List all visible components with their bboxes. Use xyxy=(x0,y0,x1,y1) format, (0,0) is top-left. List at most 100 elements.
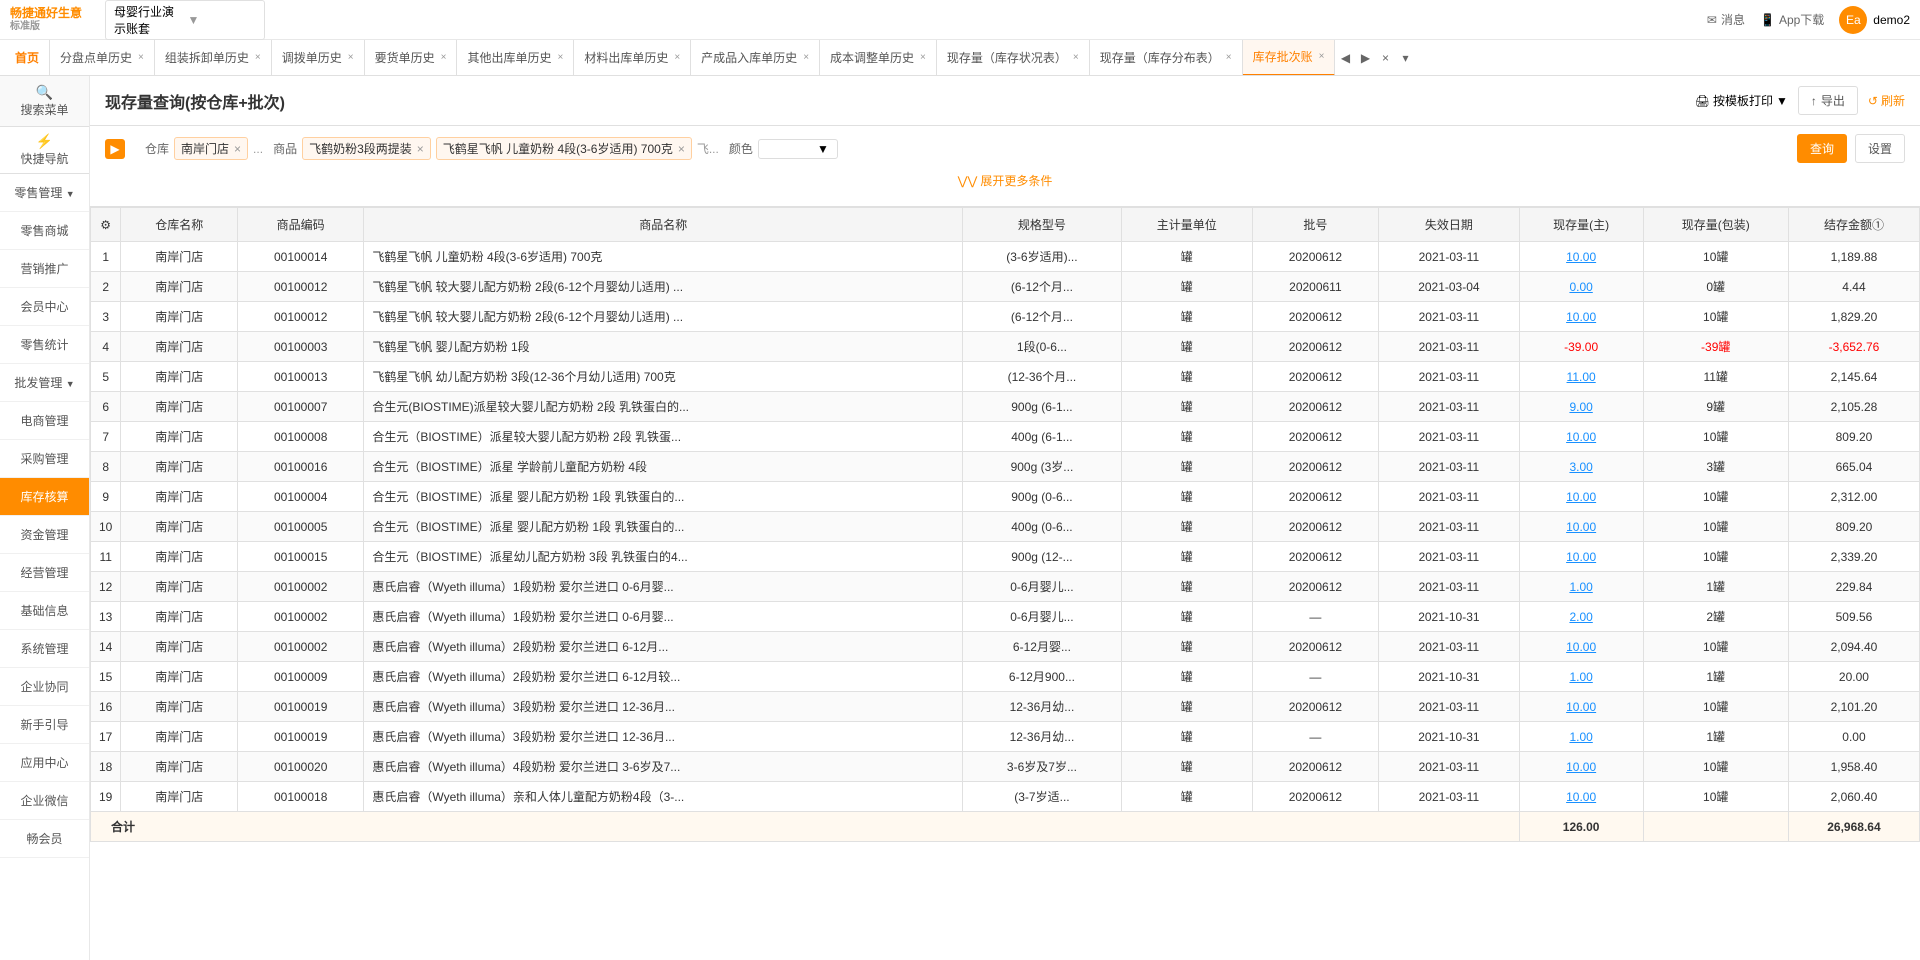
remove-warehouse-tag-icon[interactable]: × xyxy=(234,142,241,156)
app-download-button[interactable]: 📱 App下载 xyxy=(1760,11,1824,28)
row-code: 00100013 xyxy=(238,362,364,392)
tab-home[interactable]: 首页 xyxy=(5,40,50,76)
tab-close-icon[interactable]: × xyxy=(557,52,563,63)
tab-xianzailiang2[interactable]: 现存量（库存分布表） × xyxy=(1090,40,1243,76)
tab-close-all-button[interactable]: × xyxy=(1375,40,1395,76)
export-button[interactable]: ↑ 导出 xyxy=(1798,86,1858,115)
row-qty[interactable]: 10.00 xyxy=(1519,632,1643,662)
sidebar-item-retail-mgmt[interactable]: 零售管理 ▼ xyxy=(0,174,89,212)
filter-expand-orange-btn[interactable]: ▶ xyxy=(105,139,125,159)
row-qty[interactable]: 10.00 xyxy=(1519,782,1643,812)
row-qty[interactable]: 2.00 xyxy=(1519,602,1643,632)
row-name: 合生元(BIOSTIME)派星较大婴儿配方奶粉 2段 乳铁蛋白的... xyxy=(364,392,963,422)
row-batch: 20200612 xyxy=(1252,362,1378,392)
tab-yaohe[interactable]: 要货单历史 × xyxy=(365,40,458,76)
row-warehouse: 南岸门店 xyxy=(121,482,238,512)
row-qty[interactable]: 10.00 xyxy=(1519,752,1643,782)
product-more-btn[interactable]: 飞... xyxy=(697,140,719,157)
row-qty[interactable]: 10.00 xyxy=(1519,512,1643,542)
tab-qitachuku[interactable]: 其他出库单历史 × xyxy=(457,40,574,76)
tab-close-icon[interactable]: × xyxy=(920,52,926,63)
row-amount: 809.20 xyxy=(1788,512,1919,542)
sidebar-quick-nav[interactable]: ⚡ 快捷导航 xyxy=(0,127,89,174)
sidebar-search[interactable]: 🔍 搜索菜单 xyxy=(0,76,89,127)
sidebar-item-enterprise[interactable]: 企业协同 xyxy=(0,668,89,706)
sidebar-item-operations[interactable]: 经营管理 xyxy=(0,554,89,592)
tab-close-icon[interactable]: × xyxy=(1319,51,1325,62)
print-button[interactable]: 🖨 按模板打印 ▼ xyxy=(1695,92,1788,109)
sidebar-item-retail-stats[interactable]: 零售统计 xyxy=(0,326,89,364)
tab-xianzailiang1[interactable]: 现存量（库存状况表） × xyxy=(937,40,1090,76)
expand-more-btn[interactable]: ⋁⋁ 展开更多条件 xyxy=(958,168,1053,193)
row-expiry: 2021-03-11 xyxy=(1379,392,1520,422)
tab-close-icon[interactable]: × xyxy=(1073,52,1079,63)
row-qty[interactable]: 10.00 xyxy=(1519,542,1643,572)
row-qty[interactable]: 10.00 xyxy=(1519,482,1643,512)
tab-close-icon[interactable]: × xyxy=(138,52,144,63)
sidebar-item-retail-shop[interactable]: 零售商城 xyxy=(0,212,89,250)
tab-next-button[interactable]: ▶ xyxy=(1355,40,1375,76)
sidebar-item-ecommerce[interactable]: 电商管理 xyxy=(0,402,89,440)
tab-cailiaochuku[interactable]: 材料出库单历史 × xyxy=(574,40,691,76)
row-qty[interactable]: 1.00 xyxy=(1519,572,1643,602)
row-unit: 罐 xyxy=(1121,692,1252,722)
refresh-button[interactable]: ↺ 刷新 xyxy=(1868,92,1905,109)
product-tag-2[interactable]: 飞鹤星飞帆 儿童奶粉 4段(3-6岁适用) 700克 × xyxy=(436,137,692,160)
sidebar-item-inventory[interactable]: 库存核算 xyxy=(0,478,89,516)
row-qty[interactable]: 10.00 xyxy=(1519,422,1643,452)
row-spec: 1段(0-6... xyxy=(963,332,1122,362)
sidebar-item-purchase[interactable]: 采购管理 xyxy=(0,440,89,478)
row-qty[interactable]: 1.00 xyxy=(1519,722,1643,752)
sidebar-item-marketing[interactable]: 营销推广 xyxy=(0,250,89,288)
tab-prev-button[interactable]: ◀ xyxy=(1335,40,1355,76)
tab-close-icon[interactable]: × xyxy=(255,52,261,63)
tab-close-icon[interactable]: × xyxy=(674,52,680,63)
tab-fenpan[interactable]: 分盘点单历史 × xyxy=(50,40,155,76)
sidebar-item-system[interactable]: 系统管理 xyxy=(0,630,89,668)
row-code: 00100020 xyxy=(238,752,364,782)
query-button[interactable]: 查询 xyxy=(1797,134,1847,163)
tab-zuhechai[interactable]: 组装拆卸单历史 × xyxy=(155,40,272,76)
warehouse-tag[interactable]: 南岸门店 × xyxy=(174,137,248,160)
row-qty[interactable]: 10.00 xyxy=(1519,242,1643,272)
row-warehouse: 南岸门店 xyxy=(121,332,238,362)
row-qty[interactable]: 3.00 xyxy=(1519,452,1643,482)
message-button[interactable]: ✉ 消息 xyxy=(1707,11,1745,28)
col-settings[interactable]: ⚙ xyxy=(91,208,121,242)
row-qty[interactable]: 0.00 xyxy=(1519,272,1643,302)
tab-close-icon[interactable]: × xyxy=(1226,52,1232,63)
workspace-selector[interactable]: 母婴行业演示账套 ▼ xyxy=(105,0,265,40)
row-qty[interactable]: -39.00 xyxy=(1519,332,1643,362)
warehouse-more-btn[interactable]: ... xyxy=(253,142,263,156)
row-qty[interactable]: 10.00 xyxy=(1519,692,1643,722)
remove-product-tag1-icon[interactable]: × xyxy=(417,142,424,156)
tab-tiaopeng[interactable]: 调拨单历史 × xyxy=(272,40,365,76)
row-pkgqty: -39罐 xyxy=(1643,332,1788,362)
sidebar-item-finance[interactable]: 资金管理 xyxy=(0,516,89,554)
tab-close-icon[interactable]: × xyxy=(441,52,447,63)
user-area[interactable]: Ea demo2 xyxy=(1839,6,1910,34)
color-input[interactable]: ▼ xyxy=(758,139,838,159)
tab-chanchengru[interactable]: 产成品入库单历史 × xyxy=(691,40,820,76)
row-qty[interactable]: 10.00 xyxy=(1519,302,1643,332)
row-qty[interactable]: 1.00 xyxy=(1519,662,1643,692)
sidebar-item-wholesale[interactable]: 批发管理 ▼ xyxy=(0,364,89,402)
row-no: 12 xyxy=(91,572,121,602)
tab-chengbentiao[interactable]: 成本调整单历史 × xyxy=(820,40,937,76)
tab-close-icon[interactable]: × xyxy=(803,52,809,63)
row-qty[interactable]: 9.00 xyxy=(1519,392,1643,422)
sidebar-item-newguide[interactable]: 新手引导 xyxy=(0,706,89,744)
settings-button[interactable]: 设置 xyxy=(1855,134,1905,163)
sidebar-item-member[interactable]: 会员中心 xyxy=(0,288,89,326)
sidebar-item-basic-info[interactable]: 基础信息 xyxy=(0,592,89,630)
tab-close-icon[interactable]: × xyxy=(348,52,354,63)
row-qty[interactable]: 11.00 xyxy=(1519,362,1643,392)
tab-menu-button[interactable]: ▾ xyxy=(1395,40,1415,76)
product-tag-1[interactable]: 飞鹤奶粉3段两提装 × xyxy=(302,137,431,160)
sidebar-item-wechat[interactable]: 企业微信 xyxy=(0,782,89,820)
row-spec: 900g (3岁... xyxy=(963,452,1122,482)
tab-kupicizhan[interactable]: 库存批次账 × xyxy=(1243,40,1336,76)
sidebar-item-member2[interactable]: 畅会员 xyxy=(0,820,89,858)
sidebar-item-appcenter[interactable]: 应用中心 xyxy=(0,744,89,782)
remove-product-tag2-icon[interactable]: × xyxy=(678,142,685,156)
